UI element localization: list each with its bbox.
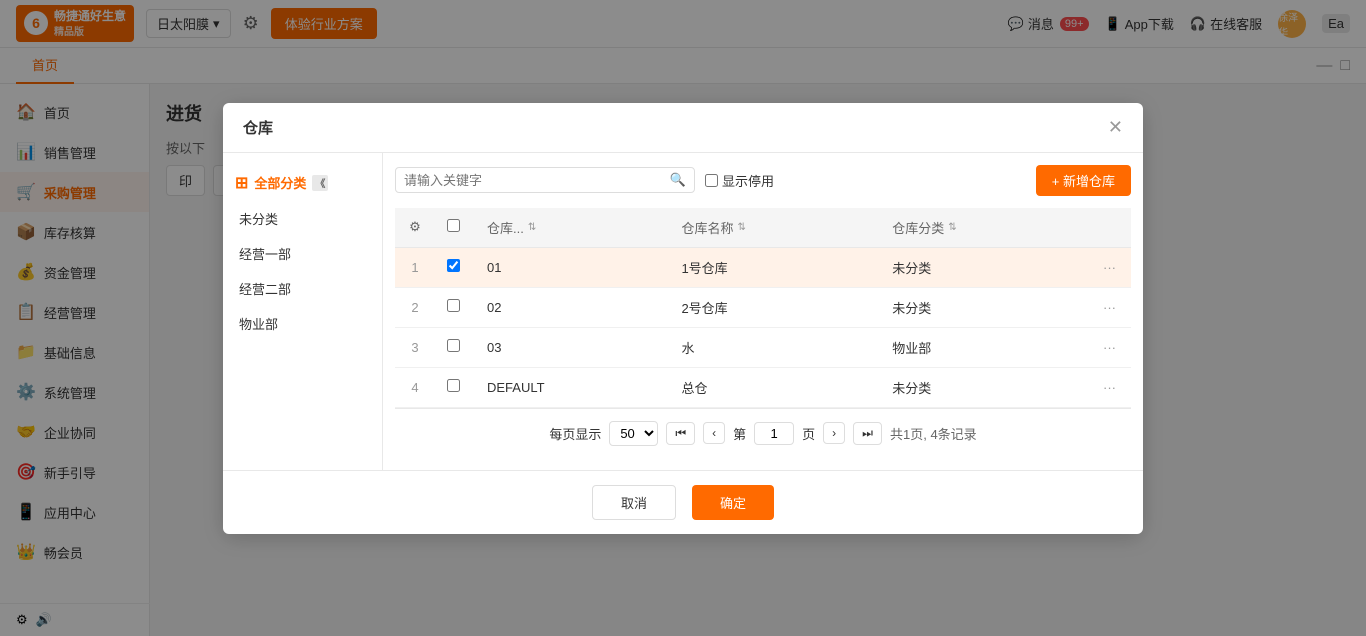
search-icon: 🔍: [670, 172, 686, 188]
row-name-2: 水: [669, 327, 880, 367]
modal-pagination: 每页显示 50 ⏮ ‹ 第 页 › ⏭ 共1页, 4条记录: [395, 408, 1131, 458]
total-info: 共1页, 4条记录: [890, 424, 977, 443]
th-code: 仓库... ⇅: [475, 208, 669, 248]
sort-icon-category: ⇅: [948, 222, 956, 233]
add-warehouse-button[interactable]: + 新增仓库: [1036, 165, 1131, 196]
th-name-label: 仓库名称: [681, 218, 733, 237]
row-category-2: 物业部: [880, 327, 1091, 367]
row-code-0: 01: [475, 247, 669, 287]
row-checkbox-0[interactable]: [435, 247, 475, 287]
table-row[interactable]: 3 03 水 物业部 ···: [395, 327, 1131, 367]
table-row[interactable]: 1 01 1号仓库 未分类 ···: [395, 247, 1131, 287]
modal-header: 仓库 ✕: [223, 103, 1143, 153]
modal-body: ⊞ 全部分类 《 未分类 经营一部 经营二部 物业部 🔍: [223, 153, 1143, 470]
show-disabled-label: 显示停用: [705, 171, 774, 190]
select-all-checkbox[interactable]: [447, 219, 460, 232]
row-checkbox-2[interactable]: [435, 327, 475, 367]
row-num-0: 1: [395, 247, 435, 287]
all-category-label: 全部分类: [254, 173, 306, 192]
table-row[interactable]: 2 02 2号仓库 未分类 ···: [395, 287, 1131, 327]
row-name-0: 1号仓库: [669, 247, 880, 287]
row-code-1: 02: [475, 287, 669, 327]
row-category-1: 未分类: [880, 287, 1091, 327]
row-code-3: DEFAULT: [475, 367, 669, 407]
modal-main: 🔍 显示停用 + 新增仓库 ⚙: [383, 153, 1143, 470]
warehouse-table: ⚙ 仓库... ⇅: [395, 208, 1131, 408]
grid-icon: ⊞: [235, 173, 248, 193]
modal-close-button[interactable]: ✕: [1108, 117, 1123, 138]
row-category-3: 未分类: [880, 367, 1091, 407]
next-page-button[interactable]: ›: [823, 422, 845, 444]
warehouse-modal: 仓库 ✕ ⊞ 全部分类 《 未分类 经营一部 经营二部 物业部: [223, 103, 1143, 534]
per-page-select[interactable]: 50: [609, 421, 658, 446]
row-actions-2[interactable]: ···: [1091, 327, 1131, 367]
category-item-3[interactable]: 物业部: [223, 306, 382, 341]
th-checkbox: [435, 208, 475, 248]
row-checkbox-1[interactable]: [435, 287, 475, 327]
th-category-label: 仓库分类: [892, 218, 944, 237]
category-item-1[interactable]: 经营一部: [223, 236, 382, 271]
modal-title: 仓库: [243, 117, 273, 138]
prev-page-button[interactable]: ‹: [703, 422, 725, 444]
page-unit: 页: [802, 424, 815, 443]
last-page-button[interactable]: ⏭: [853, 422, 882, 445]
page-label: 第: [733, 424, 746, 443]
modal-overlay: 仓库 ✕ ⊞ 全部分类 《 未分类 经营一部 经营二部 物业部: [0, 0, 1366, 636]
collapse-button[interactable]: 《: [312, 175, 328, 191]
th-gear: ⚙: [395, 208, 435, 248]
per-page-label: 每页显示: [549, 424, 601, 443]
row-actions-1[interactable]: ···: [1091, 287, 1131, 327]
th-name: 仓库名称 ⇅: [669, 208, 880, 248]
row-checkbox-3[interactable]: [435, 367, 475, 407]
category-item-0[interactable]: 未分类: [223, 201, 382, 236]
row-num-3: 4: [395, 367, 435, 407]
row-actions-0[interactable]: ···: [1091, 247, 1131, 287]
sort-icon-name: ⇅: [737, 222, 745, 233]
modal-category-sidebar: ⊞ 全部分类 《 未分类 经营一部 经营二部 物业部: [223, 153, 383, 470]
row-code-2: 03: [475, 327, 669, 367]
th-code-label: 仓库...: [487, 218, 524, 237]
sort-icon: ⇅: [528, 222, 536, 233]
page-number-input[interactable]: [754, 422, 794, 445]
search-input[interactable]: [404, 173, 664, 188]
confirm-button[interactable]: 确定: [692, 485, 774, 520]
modal-toolbar: 🔍 显示停用 + 新增仓库: [395, 165, 1131, 196]
th-actions: [1091, 208, 1131, 248]
row-name-3: 总仓: [669, 367, 880, 407]
table-header-row: ⚙ 仓库... ⇅: [395, 208, 1131, 248]
row-actions-3[interactable]: ···: [1091, 367, 1131, 407]
cancel-button[interactable]: 取消: [592, 485, 676, 520]
all-category-header[interactable]: ⊞ 全部分类 《: [223, 165, 382, 201]
search-box: 🔍: [395, 167, 695, 193]
first-page-button[interactable]: ⏮: [666, 422, 695, 445]
category-item-2[interactable]: 经营二部: [223, 271, 382, 306]
show-disabled-checkbox[interactable]: [705, 174, 718, 187]
row-num-1: 2: [395, 287, 435, 327]
row-num-2: 3: [395, 327, 435, 367]
row-name-1: 2号仓库: [669, 287, 880, 327]
row-category-0: 未分类: [880, 247, 1091, 287]
th-category: 仓库分类 ⇅: [880, 208, 1091, 248]
gear-icon: ⚙: [409, 219, 421, 234]
table-row[interactable]: 4 DEFAULT 总仓 未分类 ···: [395, 367, 1131, 407]
modal-footer: 取消 确定: [223, 470, 1143, 534]
